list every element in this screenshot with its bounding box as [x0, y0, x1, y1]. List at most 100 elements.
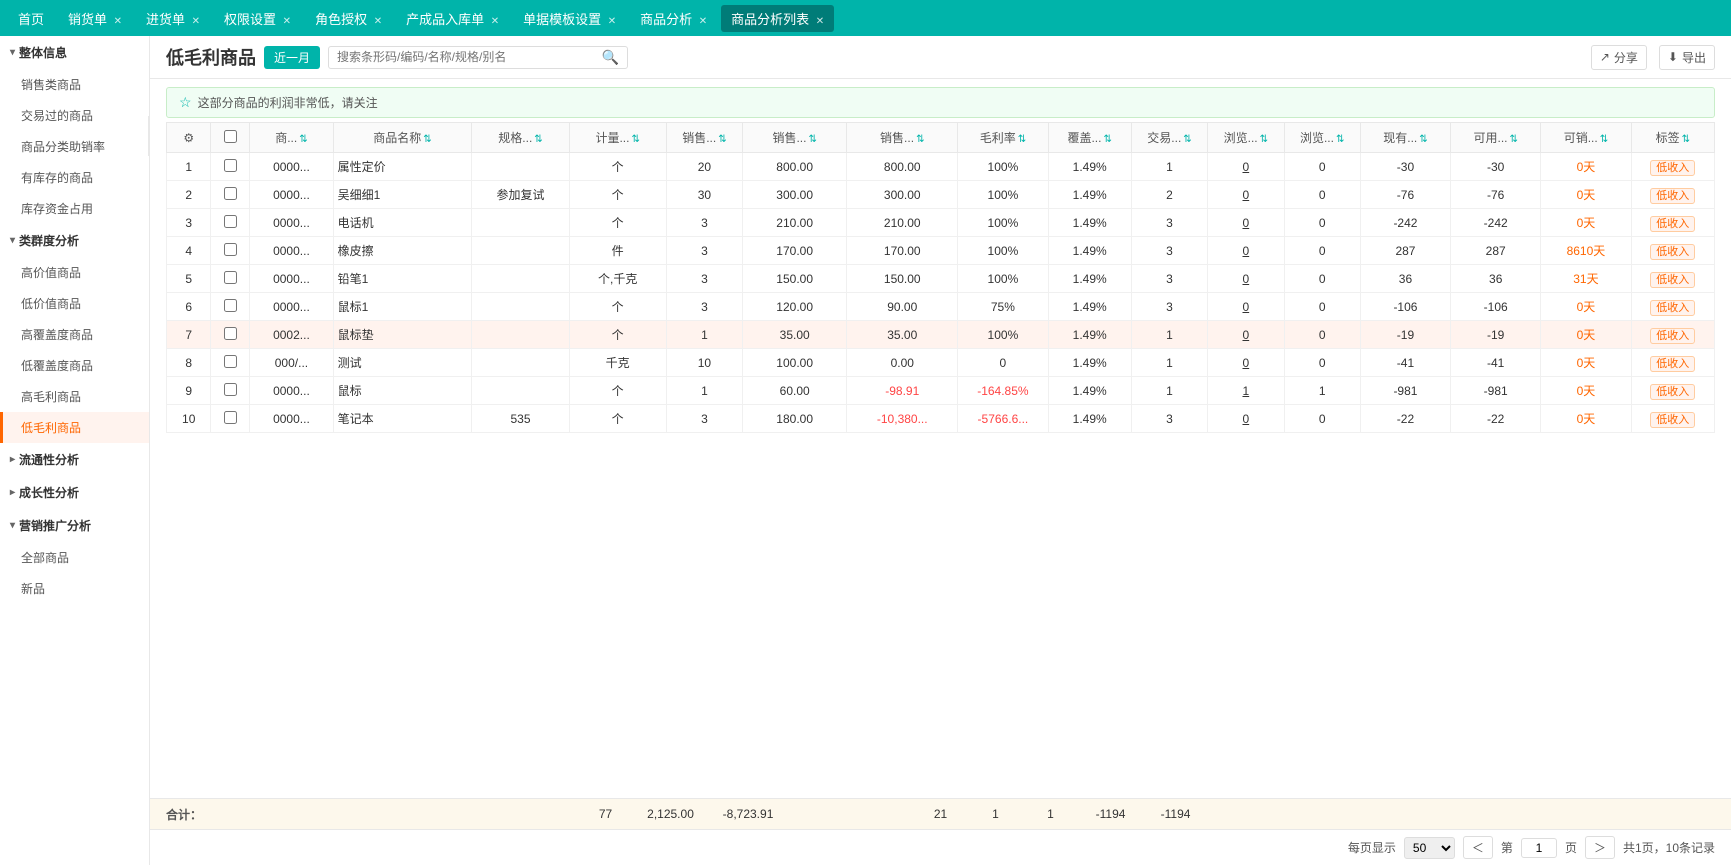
views1-link[interactable]: 0	[1242, 328, 1249, 342]
sidebar-group-growth[interactable]: ▸ 成长性分析	[0, 476, 149, 509]
col-tag[interactable]: 标签⇅	[1631, 123, 1714, 153]
cell-checkbox[interactable]	[211, 153, 250, 181]
cell-checkbox[interactable]	[211, 209, 250, 237]
page-number-input[interactable]	[1521, 838, 1557, 858]
col-gross-margin[interactable]: 毛利率⇅	[958, 123, 1048, 153]
col-unit[interactable]: 计量...⇅	[569, 123, 666, 153]
nav-product-analysis[interactable]: 商品分析 ✕	[630, 5, 717, 32]
col-settings[interactable]: ⚙	[167, 123, 211, 153]
views1-link[interactable]: 1	[1242, 384, 1249, 398]
per-page-select[interactable]: 10 20 50 100	[1404, 837, 1455, 859]
row-checkbox[interactable]	[224, 215, 237, 228]
sidebar-item-capital[interactable]: 库存资金占用	[0, 193, 149, 224]
table-container[interactable]: ⚙ 商...⇅ 商品名称⇅ 规格...⇅ 计量...⇅ 销售...⇅ 销售...…	[150, 122, 1731, 798]
cell-views1[interactable]: 0	[1208, 405, 1284, 433]
views1-link[interactable]: 0	[1242, 244, 1249, 258]
row-checkbox[interactable]	[224, 187, 237, 200]
col-code[interactable]: 商...⇅	[250, 123, 333, 153]
sidebar-item-high-value[interactable]: 高价值商品	[0, 257, 149, 288]
sidebar-item-low-margin[interactable]: 低毛利商品	[0, 412, 149, 443]
views1-link[interactable]: 0	[1242, 272, 1249, 286]
row-checkbox[interactable]	[224, 355, 237, 368]
nav-sales[interactable]: 销货单 ✕	[58, 5, 132, 32]
search-icon[interactable]: 🔍	[602, 49, 619, 66]
col-transactions[interactable]: 交易...⇅	[1131, 123, 1207, 153]
col-sales-qty[interactable]: 销售...⇅	[666, 123, 742, 153]
sidebar-item-high-margin[interactable]: 高毛利商品	[0, 381, 149, 412]
nav-product-analysis-close[interactable]: ✕	[699, 16, 707, 27]
nav-purchase[interactable]: 进货单 ✕	[136, 5, 210, 32]
sidebar-item-all-goods[interactable]: 全部商品	[0, 542, 149, 573]
nav-roles[interactable]: 角色授权 ✕	[305, 5, 392, 32]
col-views1[interactable]: 浏览...⇅	[1208, 123, 1284, 153]
cell-views1[interactable]: 0	[1208, 265, 1284, 293]
row-checkbox[interactable]	[224, 383, 237, 396]
nav-analysis-list[interactable]: 商品分析列表 ✕	[721, 5, 834, 32]
sidebar-group-cluster[interactable]: ▾ 类群度分析	[0, 224, 149, 257]
col-current-stock[interactable]: 现有...⇅	[1360, 123, 1450, 153]
row-checkbox[interactable]	[224, 271, 237, 284]
nav-template-close[interactable]: ✕	[608, 16, 616, 27]
export-button[interactable]: ⬇ 导出	[1659, 45, 1715, 70]
sidebar-item-stocked-goods[interactable]: 有库存的商品	[0, 162, 149, 193]
nav-permissions[interactable]: 权限设置 ✕	[214, 5, 301, 32]
filter-btn[interactable]: 近一月	[264, 46, 320, 69]
sidebar-item-low-coverage[interactable]: 低覆盖度商品	[0, 350, 149, 381]
row-checkbox[interactable]	[224, 159, 237, 172]
views1-link[interactable]: 0	[1242, 160, 1249, 174]
search-input[interactable]	[337, 50, 598, 64]
col-sales-price[interactable]: 销售...⇅	[743, 123, 847, 153]
row-checkbox[interactable]	[224, 243, 237, 256]
col-name[interactable]: 商品名称⇅	[333, 123, 472, 153]
col-sellable[interactable]: 可销...⇅	[1541, 123, 1631, 153]
nav-roles-close[interactable]: ✕	[374, 16, 382, 27]
cell-views1[interactable]: 1	[1208, 377, 1284, 405]
row-checkbox[interactable]	[224, 327, 237, 340]
cell-views1[interactable]: 0	[1208, 349, 1284, 377]
col-spec[interactable]: 规格...⇅	[472, 123, 569, 153]
sidebar-item-sales-goods[interactable]: 销售类商品	[0, 69, 149, 100]
views1-link[interactable]: 0	[1242, 412, 1249, 426]
sidebar-group-overview[interactable]: ▾ 整体信息	[0, 36, 149, 69]
sidebar-group-circulation[interactable]: ▸ 流通性分析	[0, 443, 149, 476]
nav-template[interactable]: 单据模板设置 ✕	[513, 5, 626, 32]
row-checkbox[interactable]	[224, 411, 237, 424]
cell-checkbox[interactable]	[211, 181, 250, 209]
cell-views1[interactable]: 0	[1208, 321, 1284, 349]
sidebar-item-low-value[interactable]: 低价值商品	[0, 288, 149, 319]
row-checkbox[interactable]	[224, 299, 237, 312]
sidebar-group-marketing[interactable]: ▾ 营销推广分析	[0, 509, 149, 542]
cell-views1[interactable]: 0	[1208, 153, 1284, 181]
cell-checkbox[interactable]	[211, 377, 250, 405]
col-sales-amount[interactable]: 销售...⇅	[847, 123, 958, 153]
nav-purchase-close[interactable]: ✕	[192, 16, 200, 27]
cell-views1[interactable]: 0	[1208, 209, 1284, 237]
select-all-checkbox[interactable]	[224, 130, 237, 143]
cell-checkbox[interactable]	[211, 265, 250, 293]
col-checkbox[interactable]	[211, 123, 250, 153]
cell-checkbox[interactable]	[211, 237, 250, 265]
nav-sales-close[interactable]: ✕	[114, 16, 122, 27]
prev-page-btn[interactable]: ＜	[1463, 836, 1493, 859]
views1-link[interactable]: 0	[1242, 356, 1249, 370]
col-views2[interactable]: 浏览...⇅	[1284, 123, 1360, 153]
views1-link[interactable]: 0	[1242, 216, 1249, 230]
cell-views1[interactable]: 0	[1208, 237, 1284, 265]
cell-checkbox[interactable]	[211, 293, 250, 321]
views1-link[interactable]: 0	[1242, 188, 1249, 202]
nav-product-entry-close[interactable]: ✕	[491, 16, 499, 27]
col-available[interactable]: 可用...⇅	[1451, 123, 1541, 153]
cell-checkbox[interactable]	[211, 349, 250, 377]
views1-link[interactable]: 0	[1242, 300, 1249, 314]
sidebar-collapse-btn[interactable]: «	[148, 116, 150, 156]
next-page-btn[interactable]: ＞	[1585, 836, 1615, 859]
share-button[interactable]: ↗ 分享	[1591, 45, 1647, 70]
sidebar-item-new-goods[interactable]: 新品	[0, 573, 149, 604]
nav-home[interactable]: 首页	[8, 5, 54, 32]
sidebar-item-high-coverage[interactable]: 高覆盖度商品	[0, 319, 149, 350]
nav-permissions-close[interactable]: ✕	[283, 16, 291, 27]
cell-checkbox[interactable]	[211, 405, 250, 433]
cell-views1[interactable]: 0	[1208, 181, 1284, 209]
nav-analysis-list-close[interactable]: ✕	[816, 16, 824, 27]
sidebar-item-category-assist[interactable]: 商品分类助销率	[0, 131, 149, 162]
